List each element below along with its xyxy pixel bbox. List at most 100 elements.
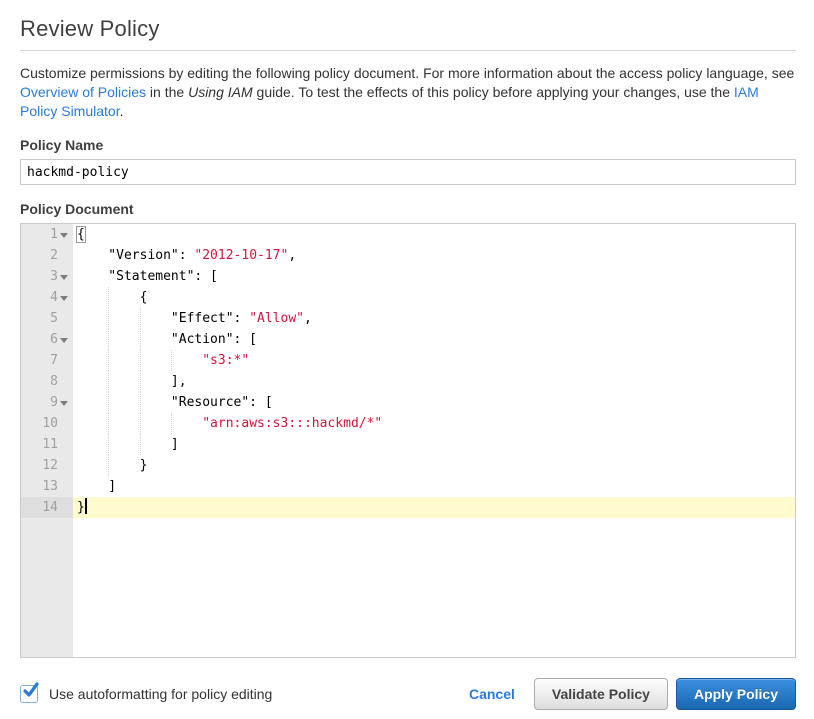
gutter-cell: 3 xyxy=(21,266,73,287)
page-title: Review Policy xyxy=(20,16,796,42)
gutter-cell: 4 xyxy=(21,287,73,308)
apply-policy-button[interactable]: Apply Policy xyxy=(676,678,796,710)
indent-guide xyxy=(171,413,172,434)
code-line[interactable]: } xyxy=(73,455,795,476)
code-string: "s3:*" xyxy=(202,353,249,368)
description-text: . xyxy=(120,103,124,119)
policy-document-label: Policy Document xyxy=(20,201,796,217)
fold-spacer xyxy=(59,355,70,366)
line-number: 1 xyxy=(50,224,58,245)
code-text: } xyxy=(77,458,147,473)
indent-guide xyxy=(140,371,141,392)
using-iam-guide-name: Using IAM xyxy=(188,84,253,100)
code-line[interactable]: "Resource": [ xyxy=(73,392,795,413)
code-line[interactable]: "Action": [ xyxy=(73,329,795,350)
fold-spacer xyxy=(59,439,70,450)
code-text: "Resource": [ xyxy=(77,395,273,410)
fold-spacer xyxy=(59,502,70,513)
line-number: 6 xyxy=(50,329,58,350)
indent-guide xyxy=(140,434,141,455)
policy-name-label: Policy Name xyxy=(20,137,796,153)
code-line[interactable]: "s3:*" xyxy=(73,350,795,371)
code-string: "2012-10-17" xyxy=(194,248,288,263)
gutter-cell: 2 xyxy=(21,245,73,266)
description-text: in the xyxy=(146,84,188,100)
fold-arrow-icon[interactable] xyxy=(59,271,70,282)
fold-spacer xyxy=(59,460,70,471)
description-text: Customize permissions by editing the fol… xyxy=(20,65,794,81)
code-text: "Effect": xyxy=(77,311,249,326)
indent-guide xyxy=(108,371,109,392)
footer-bar: Use autoformatting for policy editing Ca… xyxy=(20,678,796,710)
code-line[interactable]: { xyxy=(73,287,795,308)
line-number: 13 xyxy=(42,476,58,497)
fold-arrow-icon[interactable] xyxy=(59,397,70,408)
code-text: ], xyxy=(77,374,187,389)
title-divider xyxy=(20,50,796,51)
fold-arrow-icon[interactable] xyxy=(59,229,70,240)
gutter-cell: 14 xyxy=(21,497,73,518)
indent-guide xyxy=(140,308,141,329)
fold-arrow-icon[interactable] xyxy=(59,292,70,303)
code-line[interactable]: "Version": "2012-10-17", xyxy=(73,245,795,266)
line-number: 10 xyxy=(42,413,58,434)
code-text: ] xyxy=(77,479,116,494)
cancel-link[interactable]: Cancel xyxy=(469,686,515,702)
gutter-cell: 13 xyxy=(21,476,73,497)
gutter-cell: 5 xyxy=(21,308,73,329)
code-line[interactable]: { xyxy=(73,224,795,245)
autoformat-checkbox[interactable] xyxy=(20,685,38,703)
indent-guide xyxy=(140,329,141,350)
gutter-cell: 7 xyxy=(21,350,73,371)
indent-guide xyxy=(140,413,141,434)
code-line[interactable]: ] xyxy=(73,434,795,455)
code-string: "Allow" xyxy=(249,311,304,326)
indent-guide xyxy=(108,413,109,434)
line-number: 7 xyxy=(50,350,58,371)
code-line[interactable]: ], xyxy=(73,371,795,392)
line-number: 4 xyxy=(50,287,58,308)
overview-of-policies-link[interactable]: Overview of Policies xyxy=(20,84,146,100)
code-text: } xyxy=(77,500,85,515)
autoformat-label: Use autoformatting for policy editing xyxy=(49,686,272,702)
code-line[interactable]: ] xyxy=(73,476,795,497)
line-number: 11 xyxy=(42,434,58,455)
action-buttons: Cancel Validate Policy Apply Policy xyxy=(469,678,796,710)
fold-arrow-icon[interactable] xyxy=(59,334,70,345)
line-number: 12 xyxy=(42,455,58,476)
editor-content[interactable]: { "Version": "2012-10-17", "Statement": … xyxy=(73,224,795,657)
code-text: "Statement": [ xyxy=(77,269,218,284)
description-paragraph: Customize permissions by editing the fol… xyxy=(20,64,796,121)
policy-document-editor[interactable]: 1234567891011121314 { "Version": "2012-1… xyxy=(20,223,796,658)
autoformat-option: Use autoformatting for policy editing xyxy=(20,685,272,703)
gutter-cell: 6 xyxy=(21,329,73,350)
code-line[interactable]: } xyxy=(73,497,795,518)
validate-policy-button[interactable]: Validate Policy xyxy=(534,678,668,710)
code-text: , xyxy=(288,248,296,263)
indent-guide xyxy=(108,308,109,329)
indent-guide xyxy=(108,329,109,350)
line-number: 3 xyxy=(50,266,58,287)
gutter-cell: 10 xyxy=(21,413,73,434)
gutter-cell: 11 xyxy=(21,434,73,455)
gutter-cell: 9 xyxy=(21,392,73,413)
code-text: , xyxy=(304,311,312,326)
fold-spacer xyxy=(59,313,70,324)
fold-spacer xyxy=(59,481,70,492)
checkmark-icon xyxy=(22,682,39,699)
code-line[interactable]: "arn:aws:s3:::hackmd/*" xyxy=(73,413,795,434)
fold-spacer xyxy=(59,418,70,429)
code-line[interactable]: "Statement": [ xyxy=(73,266,795,287)
policy-name-input[interactable] xyxy=(20,159,796,185)
gutter-cell: 1 xyxy=(21,224,73,245)
fold-spacer xyxy=(59,376,70,387)
code-text: "Version": xyxy=(77,248,194,263)
indent-guide xyxy=(171,350,172,371)
code-text: ] xyxy=(77,437,179,452)
gutter-cell: 12 xyxy=(21,455,73,476)
indent-guide xyxy=(108,434,109,455)
code-text: { xyxy=(77,290,147,305)
code-line[interactable]: "Effect": "Allow", xyxy=(73,308,795,329)
code-text: "Action": [ xyxy=(77,332,257,347)
gutter-cell: 8 xyxy=(21,371,73,392)
